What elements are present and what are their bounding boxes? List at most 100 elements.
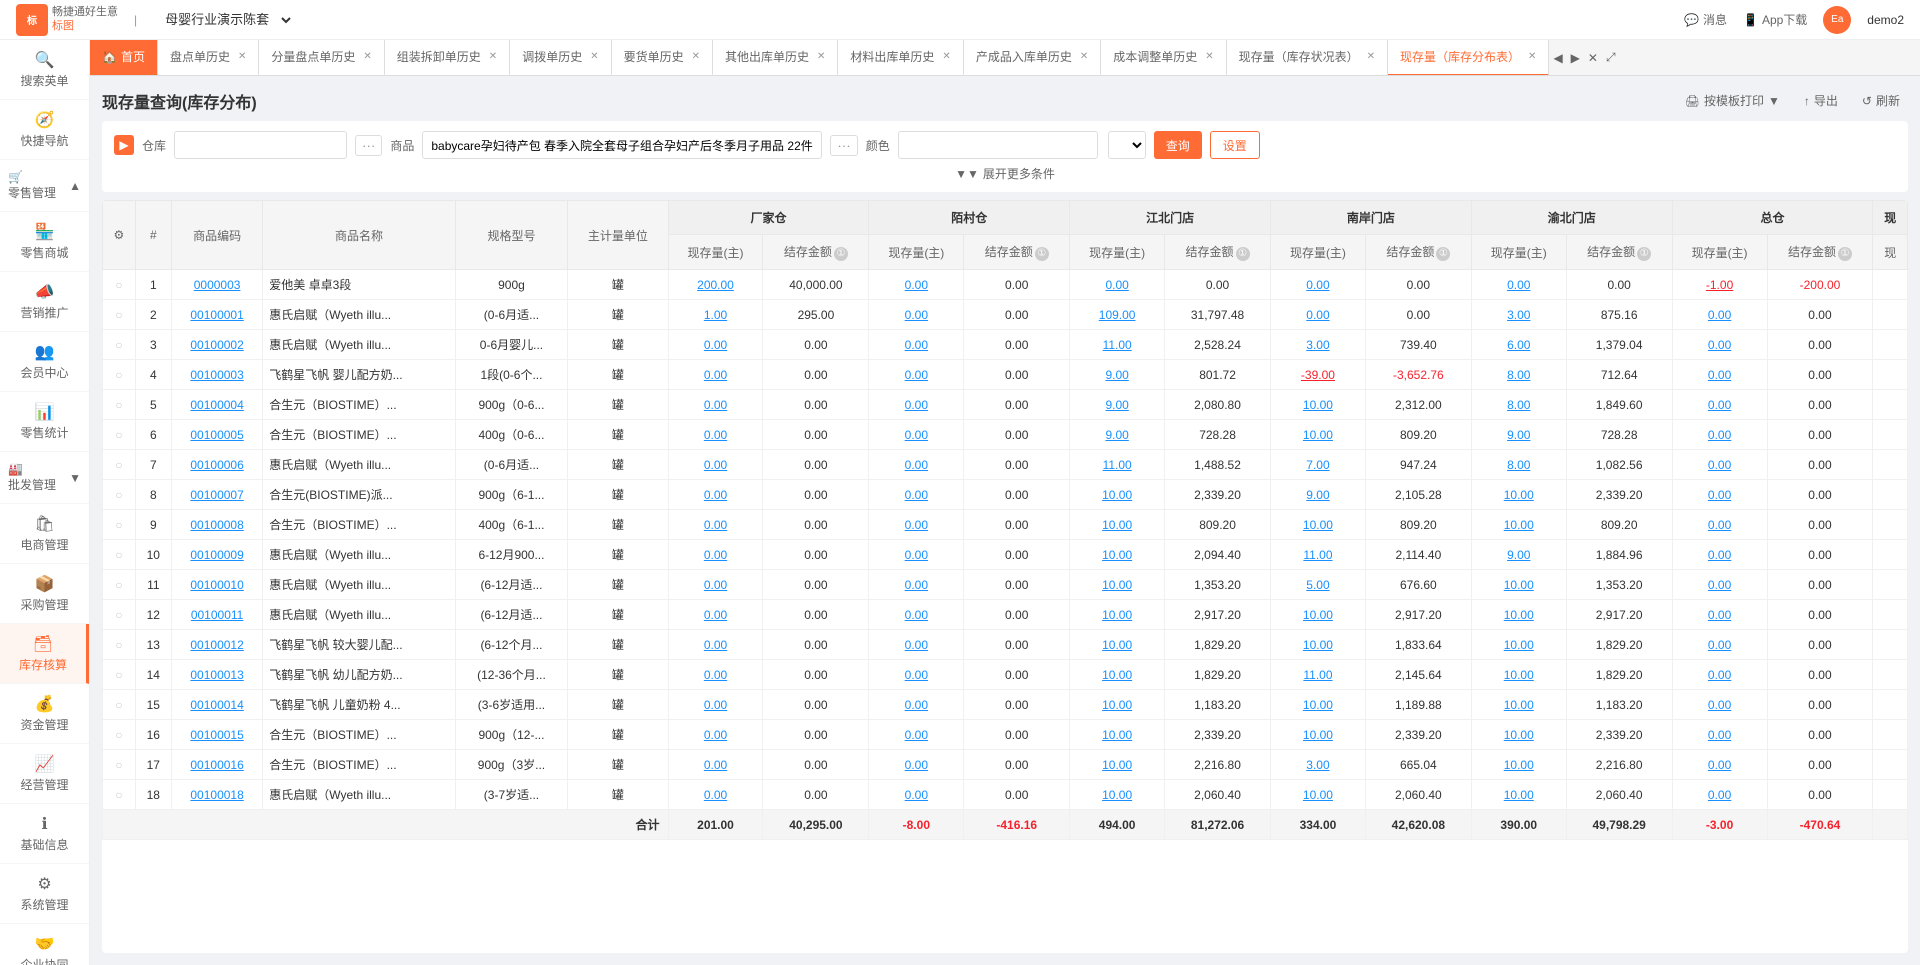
- sidebar-item-inventory[interactable]: 🗃 库存核算: [0, 624, 89, 684]
- row-yubei-qty: 6.00: [1471, 330, 1566, 360]
- table-row: ○ 2 00100001 惠氏启赋（Wyeth illu... (0-6月适..…: [103, 300, 1908, 330]
- tab-disassembly[interactable]: 组装拆卸单历史 ✕: [385, 40, 510, 76]
- tab-expand-btn[interactable]: ⤢: [1602, 50, 1620, 65]
- row-name: 惠氏启赋（Wyeth illu...: [263, 450, 456, 480]
- th-zongcang-amt: 结存金额①: [1767, 235, 1873, 270]
- color-select[interactable]: [1108, 131, 1146, 159]
- row-zongcang-amt: -200.00: [1767, 270, 1873, 300]
- row-nanan-qty: 11.00: [1271, 540, 1366, 570]
- tab-cost-adjust[interactable]: 成本调整单历史 ✕: [1101, 40, 1226, 76]
- sidebar-item-basic[interactable]: ℹ 基础信息: [0, 804, 89, 864]
- goods-input[interactable]: [422, 131, 822, 159]
- app-download-btn[interactable]: 📱 App下载: [1743, 11, 1807, 28]
- user-avatar[interactable]: Ea: [1823, 6, 1851, 34]
- tab-other-out[interactable]: 其他出库单历史 ✕: [713, 40, 838, 76]
- th-gear[interactable]: ⚙: [103, 201, 136, 270]
- username[interactable]: demo2: [1867, 13, 1904, 27]
- sidebar-item-quick[interactable]: 🧭 快捷导航: [0, 100, 89, 160]
- tab-close-icon[interactable]: ✕: [817, 51, 825, 62]
- warehouse-input[interactable]: [174, 131, 347, 159]
- search-btn[interactable]: 查询: [1154, 131, 1202, 159]
- tab-close-all-btn[interactable]: ✕: [1584, 51, 1602, 65]
- sidebar-item-retail[interactable]: 🛒 零售管理 ▲: [0, 160, 89, 212]
- row-changjia-qty: 0.00: [668, 690, 763, 720]
- sidebar-item-finance[interactable]: 💰 资金管理: [0, 684, 89, 744]
- row-yubei-amt: 1,353.20: [1566, 570, 1672, 600]
- row-code: 00100011: [171, 600, 262, 630]
- page-container: 现存量查询(库存分布) 🖨 按模板打印 ▼ ↑ 导出 ↺ 刷新: [90, 76, 1920, 965]
- row-yubei-amt: 1,082.56: [1566, 450, 1672, 480]
- row-changjia-qty: 0.00: [668, 600, 763, 630]
- sidebar-item-stats[interactable]: 📊 零售统计: [0, 392, 89, 452]
- table-container[interactable]: ⚙ # 商品编码 商品名称 规格型号 主计量单位 厂家仓 陌村仓 江北门店 南岸…: [102, 200, 1908, 953]
- tab-stock-status[interactable]: 现存量（库存状况表） ✕: [1227, 40, 1388, 76]
- tab-home[interactable]: 🏠 首页: [90, 40, 158, 76]
- table-row: ○ 4 00100003 飞鹤星飞帆 婴儿配方奶... 1段(0-6个... 罐…: [103, 360, 1908, 390]
- sidebar-item-ecommerce[interactable]: 🛍 电商管理: [0, 504, 89, 564]
- tab-close-icon[interactable]: ✕: [1528, 51, 1536, 62]
- export-btn[interactable]: ↑ 导出: [1796, 88, 1846, 113]
- sidebar-item-search[interactable]: 🔍 搜索英单: [0, 40, 89, 100]
- sidebar-item-member[interactable]: 👥 会员中心: [0, 332, 89, 392]
- tab-close-icon[interactable]: ✕: [942, 51, 950, 62]
- sidebar-item-system[interactable]: ⚙ 系统管理: [0, 864, 89, 924]
- sidebar-item-purchase[interactable]: 📦 采购管理: [0, 564, 89, 624]
- row-mucun-amt: 0.00: [964, 420, 1070, 450]
- tab-material-out[interactable]: 材料出库单历史 ✕: [838, 40, 963, 76]
- row-spec: 400g（0-6...: [455, 420, 567, 450]
- sidebar-item-enterprise[interactable]: 🤝 企业协同: [0, 924, 89, 965]
- tab-product-in[interactable]: 产成品入库单历史 ✕: [964, 40, 1101, 76]
- expand-filter-btn[interactable]: ▶: [114, 135, 134, 155]
- sidebar-item-marketing[interactable]: 📣 营销推广: [0, 272, 89, 332]
- row-nanan-qty: 10.00: [1271, 510, 1366, 540]
- sidebar-item-wholesale[interactable]: 🏭 批发管理 ▼: [0, 452, 89, 504]
- settings-btn[interactable]: 设置: [1210, 131, 1260, 159]
- filter-row-1: ▶ 仓库 ··· 商品 ··· 颜色 查询 设置: [114, 131, 1896, 159]
- print-btn[interactable]: 🖨 按模板打印 ▼: [1677, 88, 1788, 113]
- inventory-icon: 🗃: [4, 634, 82, 654]
- tab-prev-btn[interactable]: ◀: [1549, 51, 1566, 65]
- tab-inventory-count[interactable]: 盘点单历史 ✕: [158, 40, 259, 76]
- row-unit: 罐: [568, 450, 668, 480]
- tab-close-icon[interactable]: ✕: [489, 51, 497, 62]
- tab-close-icon[interactable]: ✕: [692, 51, 700, 62]
- tab-close-icon[interactable]: ✕: [1205, 51, 1213, 62]
- tab-close-icon[interactable]: ✕: [363, 51, 371, 62]
- warehouse-dots-btn[interactable]: ···: [355, 135, 382, 156]
- th-changjia-amt: 结存金额①: [763, 235, 869, 270]
- table-row: ○ 12 00100011 惠氏启赋（Wyeth illu... (6-12月适…: [103, 600, 1908, 630]
- tab-close-icon[interactable]: ✕: [1367, 51, 1375, 62]
- table-row: ○ 8 00100007 合生元(BIOSTIME)派... 900g（6-1.…: [103, 480, 1908, 510]
- row-mucun-qty: 0.00: [869, 660, 964, 690]
- row-mucun-amt: 0.00: [964, 720, 1070, 750]
- color-input[interactable]: [898, 131, 1098, 159]
- row-unit: 罐: [568, 660, 668, 690]
- row-index: 15: [135, 690, 171, 720]
- tab-next-btn[interactable]: ▶: [1567, 51, 1584, 65]
- row-yubei-amt: 875.16: [1566, 300, 1672, 330]
- sidebar-item-operations[interactable]: 📈 经营管理: [0, 744, 89, 804]
- warehouse-label: 仓库: [142, 137, 166, 154]
- row-zongcang-amt: 0.00: [1767, 480, 1873, 510]
- tab-close-icon[interactable]: ✕: [590, 51, 598, 62]
- row-changjia-amt: 0.00: [763, 330, 869, 360]
- tab-sub-inventory-count[interactable]: 分量盘点单历史 ✕: [259, 40, 384, 76]
- row-jiangbei-amt: 2,917.20: [1165, 600, 1271, 630]
- refresh-btn[interactable]: ↺ 刷新: [1854, 88, 1908, 113]
- row-index: 4: [135, 360, 171, 390]
- sidebar-item-shop[interactable]: 🏪 零售商城: [0, 212, 89, 272]
- company-selector[interactable]: 母婴行业演示陈套: [153, 6, 294, 34]
- table-row: ○ 1 0000003 爱他美 卓卓3段 900g 罐 200.00 40,00…: [103, 270, 1908, 300]
- row-code: 00100015: [171, 720, 262, 750]
- tab-requisition[interactable]: 要货单历史 ✕: [612, 40, 713, 76]
- tab-close-icon[interactable]: ✕: [1080, 51, 1088, 62]
- row-yubei-amt: 2,339.20: [1566, 480, 1672, 510]
- tab-close-icon[interactable]: ✕: [238, 51, 246, 62]
- tab-stock-dist[interactable]: 现存量（库存分布表） ✕: [1388, 40, 1549, 76]
- goods-dots-btn[interactable]: ···: [830, 135, 857, 156]
- tab-allocation[interactable]: 调拨单历史 ✕: [510, 40, 611, 76]
- expand-conditions-btn[interactable]: ▼▼ 展开更多条件: [114, 165, 1896, 182]
- row-changjia-qty: 0.00: [668, 480, 763, 510]
- row-expand: ○: [103, 300, 136, 330]
- message-btn[interactable]: 💬 消息: [1684, 11, 1727, 28]
